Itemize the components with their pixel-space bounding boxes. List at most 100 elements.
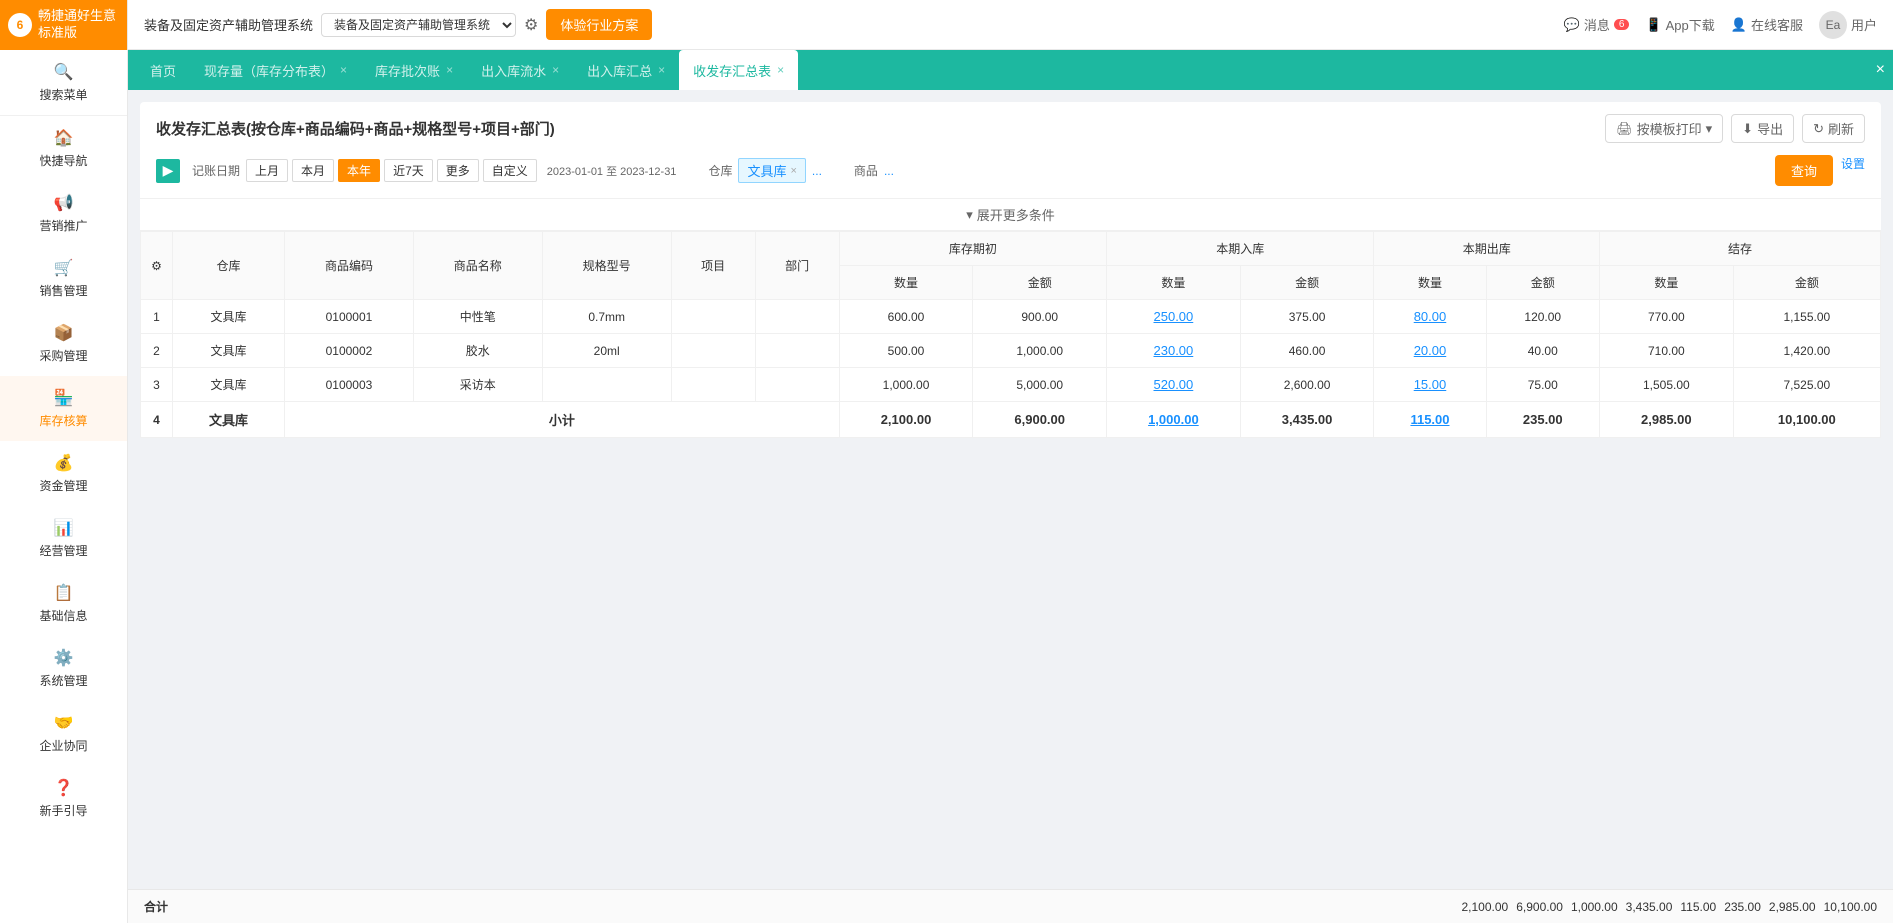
row-open-amt: 900.00	[973, 300, 1107, 334]
row-in-qty[interactable]: 520.00	[1107, 368, 1241, 402]
row-out-qty[interactable]: 80.00	[1374, 300, 1486, 334]
marketing-icon: 📢	[54, 193, 74, 213]
sidebar-item-label: 搜索菜单	[39, 86, 87, 103]
print-button[interactable]: 🖨 按模板打印 ▾	[1605, 114, 1723, 143]
warehouse-more[interactable]: ...	[812, 164, 822, 178]
col-out-qty: 数量	[1374, 266, 1486, 300]
export-icon: ⬇	[1742, 121, 1753, 137]
sidebar-item-label: 营销推广	[39, 217, 87, 234]
row-bal-qty: 770.00	[1599, 300, 1733, 334]
row-in-qty[interactable]: 230.00	[1107, 334, 1241, 368]
sidebar-item-system[interactable]: ⚙️ 系统管理	[0, 636, 127, 701]
enterprise-icon: 🤝	[54, 713, 74, 733]
app-download-item[interactable]: 📱 App下载	[1645, 15, 1714, 34]
col-bal-amt: 金额	[1733, 266, 1880, 300]
query-button[interactable]: 查询	[1775, 155, 1833, 186]
system-selector[interactable]: 装备及固定资产辅助管理系统	[321, 13, 516, 37]
expand-more-button[interactable]: ▾ 展开更多条件	[966, 205, 1055, 224]
date-btn-this-month[interactable]: 本月	[292, 159, 334, 182]
guide-icon: ❓	[54, 778, 74, 798]
subtotal-out-qty: 115.00	[1374, 402, 1486, 438]
date-range: 2023-01-01 至 2023-12-31	[547, 163, 677, 179]
header-settings-icon[interactable]: ⚙	[524, 15, 538, 35]
sidebar-item-search[interactable]: 🔍 搜索菜单	[0, 50, 127, 116]
warehouse-tag[interactable]: 文具库 ×	[738, 158, 805, 183]
tab-recv-send-summary-close[interactable]: ×	[777, 63, 784, 77]
row-in-qty[interactable]: 250.00	[1107, 300, 1241, 334]
tab-batch-ledger[interactable]: 库存批次账 ×	[361, 50, 467, 90]
tabs-close-all-button[interactable]: ×	[1876, 61, 1885, 79]
sidebar-item-finance[interactable]: 💰 资金管理	[0, 441, 127, 506]
row-warehouse: 文具库	[173, 368, 285, 402]
product-more[interactable]: ...	[884, 164, 894, 178]
tab-in-out-flow[interactable]: 出入库流水 ×	[467, 50, 573, 90]
sidebar-item-quick-nav[interactable]: 🏠 快捷导航	[0, 116, 127, 181]
sidebar-item-operation[interactable]: 📊 经营管理	[0, 506, 127, 571]
online-service-item[interactable]: 👤 在线客服	[1731, 15, 1803, 34]
tab-in-out-summary[interactable]: 出入库汇总 ×	[573, 50, 679, 90]
row-no: 3	[141, 368, 173, 402]
date-btn-custom[interactable]: 自定义	[483, 159, 537, 182]
tab-recv-send-summary[interactable]: 收发存汇总表 ×	[679, 50, 798, 90]
sidebar-item-label: 基础信息	[39, 607, 87, 624]
subtotal-open-qty: 2,100.00	[839, 402, 973, 438]
sidebar-item-guide[interactable]: ❓ 新手引导	[0, 766, 127, 831]
operation-icon: 📊	[54, 518, 74, 538]
tab-batch-ledger-close[interactable]: ×	[446, 63, 453, 77]
message-item[interactable]: 💬 消息 6	[1564, 15, 1630, 34]
date-btn-last-month[interactable]: 上月	[246, 159, 288, 182]
row-in-amt: 460.00	[1240, 334, 1374, 368]
app-download-label: App下载	[1666, 15, 1715, 34]
sidebar-item-inventory[interactable]: 🏪 库存核算	[0, 376, 127, 441]
row-warehouse: 文具库	[173, 334, 285, 368]
col-settings[interactable]: ⚙	[141, 232, 173, 300]
avatar: Ea	[1819, 11, 1847, 39]
total-bal-amt: 10,100.00	[1824, 900, 1877, 914]
sidebar-item-sales[interactable]: 🛒 销售管理	[0, 246, 127, 311]
subtotal-out-amt: 235.00	[1486, 402, 1599, 438]
row-out-amt: 120.00	[1486, 300, 1599, 334]
total-in-qty: 1,000.00	[1571, 900, 1618, 914]
sidebar-item-purchase[interactable]: 📦 采购管理	[0, 311, 127, 376]
date-btn-more[interactable]: 更多	[437, 159, 479, 182]
row-project	[671, 368, 755, 402]
try-button[interactable]: 体验行业方案	[546, 9, 652, 40]
expand-icon: ▾	[966, 207, 973, 223]
tab-in-out-flow-close[interactable]: ×	[552, 63, 559, 77]
row-bal-amt: 7,525.00	[1733, 368, 1880, 402]
sidebar-item-label: 销售管理	[39, 282, 87, 299]
tabs-bar: 首页 现存量（库存分布表） × 库存批次账 × 出入库流水 × 出入库汇总 × …	[128, 50, 1893, 90]
sidebar-item-marketing[interactable]: 📢 营销推广	[0, 181, 127, 246]
tab-inventory-dist-close[interactable]: ×	[340, 63, 347, 77]
row-out-qty[interactable]: 20.00	[1374, 334, 1486, 368]
row-out-qty[interactable]: 15.00	[1374, 368, 1486, 402]
row-open-amt: 5,000.00	[973, 368, 1107, 402]
tab-inventory-dist[interactable]: 现存量（库存分布表） ×	[190, 50, 361, 90]
sidebar-item-label: 企业协同	[39, 737, 87, 754]
col-open-amt: 金额	[973, 266, 1107, 300]
filter-settings-link[interactable]: 设置	[1841, 155, 1865, 186]
bottom-bar: 合计 2,100.00 6,900.00 1,000.00 3,435.00 1…	[128, 889, 1893, 923]
sidebar-logo: 6 畅捷通好生意 标准版	[0, 0, 127, 50]
export-button[interactable]: ⬇ 导出	[1731, 114, 1794, 143]
refresh-button[interactable]: ↻ 刷新	[1802, 114, 1865, 143]
sidebar-item-basic[interactable]: 📋 基础信息	[0, 571, 127, 636]
row-code: 0100002	[285, 334, 414, 368]
sales-icon: 🛒	[54, 258, 74, 278]
tab-home[interactable]: 首页	[136, 50, 190, 90]
table-row: 3 文具库 0100003 采访本 1,000.00 5,000.00 520.…	[141, 368, 1881, 402]
sidebar-item-enterprise[interactable]: 🤝 企业协同	[0, 701, 127, 766]
sidebar-item-label: 资金管理	[39, 477, 87, 494]
total-open-amt: 6,900.00	[1516, 900, 1563, 914]
user-item[interactable]: Ea 用户	[1819, 11, 1877, 39]
warehouse-label: 仓库	[708, 162, 732, 179]
filter-expand-button[interactable]: ▶	[156, 159, 180, 183]
sidebar-item-label: 库存核算	[39, 412, 87, 429]
date-btn-last7[interactable]: 近7天	[384, 159, 433, 182]
date-btn-this-year[interactable]: 本年	[338, 159, 380, 182]
home-icon: 🏠	[54, 128, 74, 148]
row-open-qty: 1,000.00	[839, 368, 973, 402]
warehouse-tag-remove[interactable]: ×	[790, 165, 796, 177]
tab-in-out-summary-close[interactable]: ×	[658, 63, 665, 77]
content-area: 收发存汇总表(按仓库+商品编码+商品+规格型号+项目+部门) 🖨 按模板打印 ▾…	[128, 90, 1893, 889]
